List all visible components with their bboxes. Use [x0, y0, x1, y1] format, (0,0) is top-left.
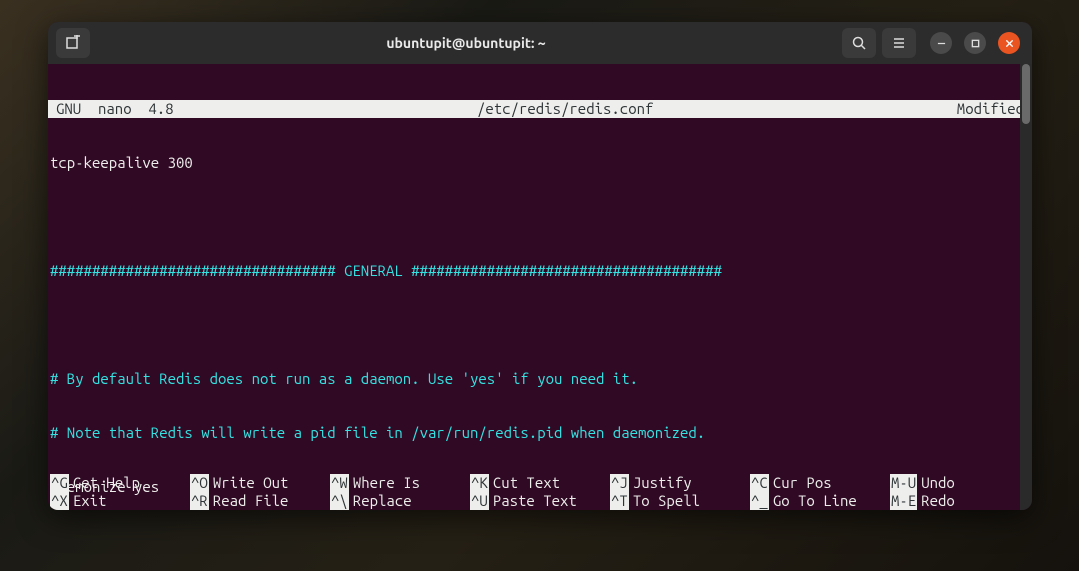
new-tab-icon: [65, 35, 81, 51]
menu-to-spell[interactable]: ^TTo Spell: [610, 492, 750, 510]
editor-line: # By default Redis does not run as a dae…: [48, 370, 1032, 388]
menu-button[interactable]: [882, 28, 916, 58]
maximize-icon: [971, 39, 980, 48]
menu-exit[interactable]: ^XExit: [50, 492, 190, 510]
menu-replace[interactable]: ^\Replace: [330, 492, 470, 510]
menu-undo[interactable]: M-UUndo: [890, 474, 1030, 492]
nano-header: GNU nano 4.8 /etc/redis/redis.conf Modif…: [48, 100, 1032, 118]
terminal-area[interactable]: GNU nano 4.8 /etc/redis/redis.conf Modif…: [48, 64, 1032, 510]
menu-paste-text[interactable]: ^UPaste Text: [470, 492, 610, 510]
menu-get-help[interactable]: ^GGet Help: [50, 474, 190, 492]
terminal-window: ubuntupit@ubuntupit: ~ GNU nano 4.8 /etc…: [48, 22, 1032, 510]
scrollbar-thumb[interactable]: [1022, 64, 1030, 124]
menu-justify[interactable]: ^JJustify: [610, 474, 750, 492]
maximize-button[interactable]: [964, 32, 986, 54]
editor-line: [48, 208, 1032, 226]
search-icon: [851, 35, 867, 51]
scrollbar[interactable]: [1020, 64, 1032, 510]
menu-write-out[interactable]: ^OWrite Out: [190, 474, 330, 492]
new-tab-button[interactable]: [56, 28, 90, 58]
menu-where-is[interactable]: ^WWhere Is: [330, 474, 470, 492]
minimize-button[interactable]: [930, 32, 952, 54]
window-controls: [930, 32, 1020, 54]
menu-read-file[interactable]: ^RRead File: [190, 492, 330, 510]
editor-line: [48, 316, 1032, 334]
close-icon: [1005, 39, 1014, 48]
menu-cur-pos[interactable]: ^CCur Pos: [750, 474, 890, 492]
editor-line: # Note that Redis will write a pid file …: [48, 424, 1032, 442]
nano-version: GNU nano 4.8: [50, 100, 174, 118]
editor-line: tcp-keepalive 300: [48, 154, 1032, 172]
menu-cut-text[interactable]: ^KCut Text: [470, 474, 610, 492]
menu-redo[interactable]: M-ERedo: [890, 492, 1030, 510]
search-button[interactable]: [842, 28, 876, 58]
close-button[interactable]: [998, 32, 1020, 54]
nano-menu: ^GGet Help ^OWrite Out ^WWhere Is ^KCut …: [48, 474, 1032, 510]
editor-line: ################################## GENER…: [48, 262, 1032, 280]
terminal-content: GNU nano 4.8 /etc/redis/redis.conf Modif…: [48, 64, 1032, 510]
window-title: ubuntupit@ubuntupit: ~: [96, 35, 836, 51]
menu-go-to-line[interactable]: ^_Go To Line: [750, 492, 890, 510]
minimize-icon: [937, 39, 946, 48]
titlebar: ubuntupit@ubuntupit: ~: [48, 22, 1032, 64]
nano-filepath: /etc/redis/redis.conf: [174, 100, 957, 118]
hamburger-icon: [891, 35, 907, 51]
